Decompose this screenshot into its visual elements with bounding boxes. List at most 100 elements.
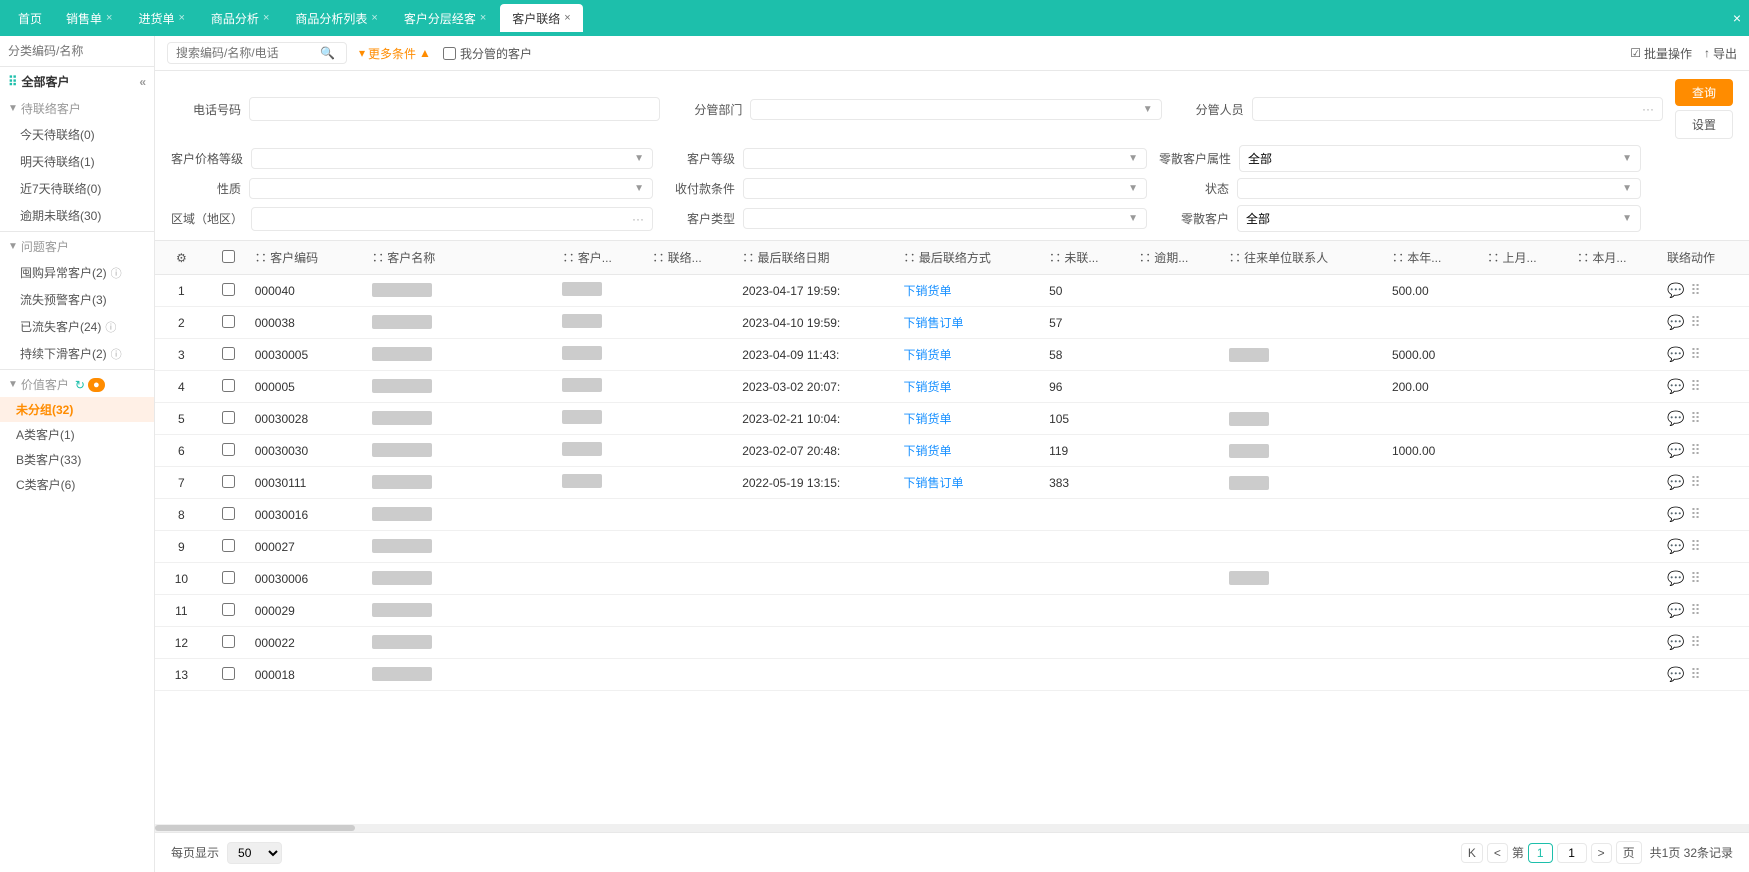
row-checkbox-4[interactable] bbox=[222, 379, 235, 392]
sidebar-item-b-class[interactable]: B类客户(33) bbox=[0, 447, 154, 472]
chat-icon[interactable]: 💬 bbox=[1667, 474, 1684, 491]
grid-action-icon[interactable]: ⠿ bbox=[1690, 474, 1700, 491]
chat-icon[interactable]: 💬 bbox=[1667, 378, 1684, 395]
last-way-link[interactable]: 下销售订单 bbox=[904, 316, 964, 330]
customer-segment-tab-close[interactable]: × bbox=[480, 12, 486, 24]
last-way-link[interactable]: 下销货单 bbox=[904, 348, 952, 362]
refresh-icon[interactable]: ↻ bbox=[75, 378, 85, 392]
row-check-4[interactable] bbox=[208, 371, 249, 403]
row-checkbox-5[interactable] bbox=[222, 411, 235, 424]
row-check-6[interactable] bbox=[208, 435, 249, 467]
purchase-tab-close[interactable]: × bbox=[178, 12, 184, 24]
search-icon[interactable]: 🔍 bbox=[320, 46, 335, 60]
sidebar-item-tomorrow[interactable]: 明天待联络(1) bbox=[0, 148, 154, 175]
tab-purchase[interactable]: 进货单 × bbox=[126, 4, 196, 32]
chat-icon[interactable]: 💬 bbox=[1667, 282, 1684, 299]
global-close-button[interactable]: × bbox=[1733, 10, 1741, 26]
row-checkbox-3[interactable] bbox=[222, 347, 235, 360]
chat-icon[interactable]: 💬 bbox=[1667, 538, 1684, 555]
last-way-link[interactable]: 下销货单 bbox=[904, 380, 952, 394]
sidebar-item-7days[interactable]: 近7天待联络(0) bbox=[0, 175, 154, 202]
retail-customer-select[interactable]: 全部 ▼ bbox=[1237, 205, 1641, 232]
horizontal-scrollbar[interactable] bbox=[155, 824, 1749, 832]
region-select[interactable]: ··· bbox=[251, 207, 653, 231]
row-check-7[interactable] bbox=[208, 467, 249, 499]
row-checkbox-6[interactable] bbox=[222, 443, 235, 456]
grid-action-icon[interactable]: ⠿ bbox=[1690, 442, 1700, 459]
sidebar-search-input[interactable] bbox=[8, 44, 155, 58]
row-checkbox-2[interactable] bbox=[222, 315, 235, 328]
chat-icon[interactable]: 💬 bbox=[1667, 506, 1684, 523]
row-checkbox-8[interactable] bbox=[222, 507, 235, 520]
my-customers-checkbox[interactable] bbox=[443, 47, 456, 60]
dept-select[interactable]: ▼ bbox=[750, 99, 1161, 120]
customer-contact-tab-close[interactable]: × bbox=[564, 12, 570, 24]
chat-icon[interactable]: 💬 bbox=[1667, 346, 1684, 363]
chat-icon[interactable]: 💬 bbox=[1667, 410, 1684, 427]
grid-action-icon[interactable]: ⠿ bbox=[1690, 570, 1700, 587]
sidebar-all-customers[interactable]: ⠿ 全部客户 « bbox=[0, 67, 154, 96]
grid-action-icon[interactable]: ⠿ bbox=[1690, 282, 1700, 299]
grid-action-icon[interactable]: ⠿ bbox=[1690, 506, 1700, 523]
collapse-icon[interactable]: « bbox=[139, 75, 146, 89]
sidebar-item-overdue[interactable]: 逾期未联络(30) bbox=[0, 202, 154, 229]
row-checkbox-10[interactable] bbox=[222, 571, 235, 584]
last-way-link[interactable]: 下销货单 bbox=[904, 284, 952, 298]
row-check-12[interactable] bbox=[208, 627, 249, 659]
status-select[interactable]: ▼ bbox=[1237, 178, 1641, 199]
chat-icon[interactable]: 💬 bbox=[1667, 442, 1684, 459]
chat-icon[interactable]: 💬 bbox=[1667, 634, 1684, 651]
select-all-checkbox[interactable] bbox=[222, 250, 235, 263]
tab-customer-contact[interactable]: 客户联络 × bbox=[500, 4, 582, 32]
last-way-link[interactable]: 下销售订单 bbox=[904, 476, 964, 490]
tab-customer-segment[interactable]: 客户分层经客 × bbox=[392, 4, 498, 32]
grid-action-icon[interactable]: ⠿ bbox=[1690, 410, 1700, 427]
row-checkbox-13[interactable] bbox=[222, 667, 235, 680]
row-check-10[interactable] bbox=[208, 563, 249, 595]
search-input[interactable] bbox=[176, 46, 316, 60]
settings-header[interactable]: ⚙ bbox=[155, 241, 208, 275]
last-page-button[interactable]: 页 bbox=[1616, 841, 1642, 864]
grid-action-icon[interactable]: ⠿ bbox=[1690, 378, 1700, 395]
grid-action-icon[interactable]: ⠿ bbox=[1690, 314, 1700, 331]
chat-icon[interactable]: 💬 bbox=[1667, 602, 1684, 619]
last-way-link[interactable]: 下销货单 bbox=[904, 412, 952, 426]
sidebar-section-value[interactable]: ▼ 价值客户 ↻ ● bbox=[0, 372, 154, 397]
row-checkbox-9[interactable] bbox=[222, 539, 235, 552]
row-checkbox-11[interactable] bbox=[222, 603, 235, 616]
export-button[interactable]: ↑ 导出 bbox=[1704, 45, 1737, 62]
row-check-9[interactable] bbox=[208, 531, 249, 563]
payment-select[interactable]: ▼ bbox=[743, 178, 1147, 199]
grid-action-icon[interactable]: ⠿ bbox=[1690, 346, 1700, 363]
grid-action-icon[interactable]: ⠿ bbox=[1690, 602, 1700, 619]
customer-level-select[interactable]: ▼ bbox=[743, 148, 1147, 169]
customer-type-select[interactable]: ▼ bbox=[743, 208, 1147, 229]
next-page-button[interactable]: > bbox=[1591, 843, 1612, 863]
row-checkbox-1[interactable] bbox=[222, 283, 235, 296]
tab-sales[interactable]: 销售单 × bbox=[54, 4, 124, 32]
tab-product-list[interactable]: 商品分析列表 × bbox=[283, 4, 389, 32]
query-button[interactable]: 查询 bbox=[1675, 79, 1733, 106]
row-check-3[interactable] bbox=[208, 339, 249, 371]
reset-button[interactable]: 设置 bbox=[1675, 110, 1733, 139]
price-level-select[interactable]: ▼ bbox=[251, 148, 653, 169]
sidebar-section-problem[interactable]: ▼ 问题客户 bbox=[0, 234, 154, 259]
phone-input[interactable] bbox=[249, 97, 660, 121]
sidebar-item-today[interactable]: 今天待联络(0) bbox=[0, 121, 154, 148]
sidebar-item-a-class[interactable]: A类客户(1) bbox=[0, 422, 154, 447]
row-check-8[interactable] bbox=[208, 499, 249, 531]
row-check-11[interactable] bbox=[208, 595, 249, 627]
chat-icon[interactable]: 💬 bbox=[1667, 666, 1684, 683]
sidebar-item-churn-warning[interactable]: 流失预警客户(3) bbox=[0, 286, 154, 313]
per-page-select[interactable]: 50 20 100 bbox=[227, 842, 282, 864]
row-check-1[interactable] bbox=[208, 275, 249, 307]
sidebar-item-hoarding[interactable]: 囤购异常客户(2) ⓘ bbox=[0, 259, 154, 286]
sidebar-item-declining[interactable]: 持续下滑客户(2) ⓘ bbox=[0, 340, 154, 367]
row-check-2[interactable] bbox=[208, 307, 249, 339]
more-conditions-button[interactable]: ▾ 更多条件 ▲ bbox=[359, 45, 431, 62]
tab-product-analysis[interactable]: 商品分析 × bbox=[199, 4, 281, 32]
nature-select[interactable]: ▼ bbox=[249, 178, 653, 199]
grid-action-icon[interactable]: ⠿ bbox=[1690, 634, 1700, 651]
row-checkbox-7[interactable] bbox=[222, 475, 235, 488]
last-way-link[interactable]: 下销货单 bbox=[904, 444, 952, 458]
